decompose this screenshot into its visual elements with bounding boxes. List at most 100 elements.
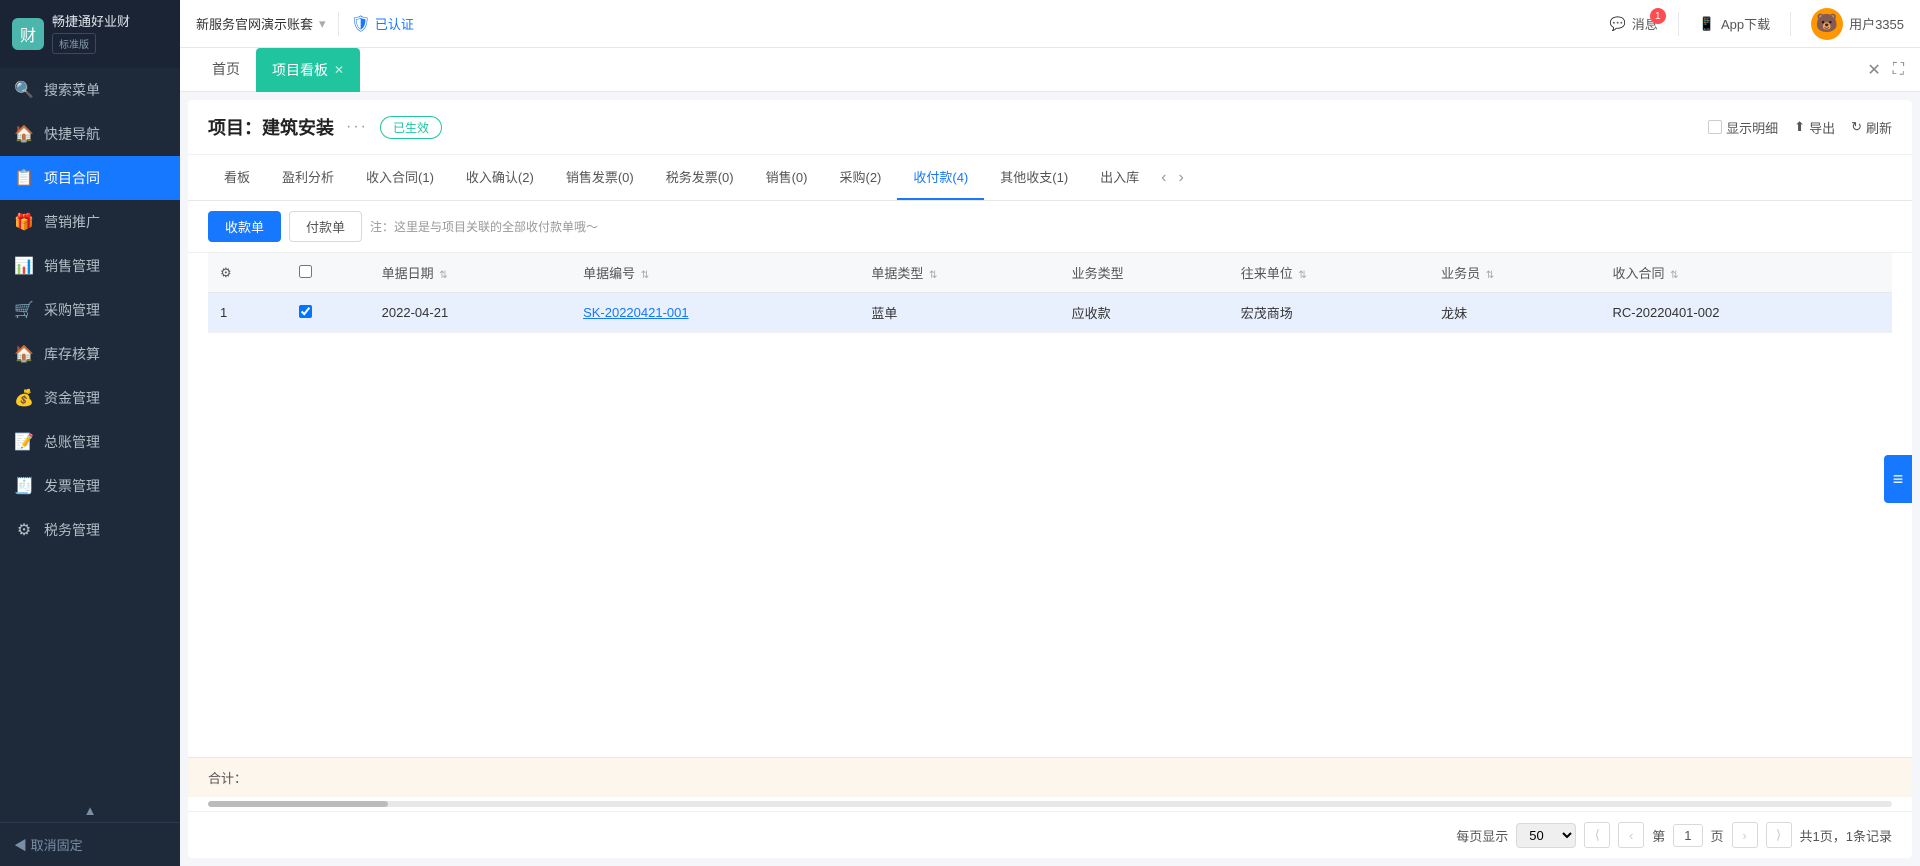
sidebar-item-库存核算[interactable]: 🏠 库存核算 — [0, 332, 180, 376]
sidebar-item-销售管理[interactable]: 📊销售管理 — [0, 244, 180, 288]
nav-icon: 📋 — [14, 168, 34, 188]
per-page-label: 每页显示 — [1456, 826, 1508, 845]
sidebar-item-资金管理[interactable]: 💰资金管理 — [0, 376, 180, 420]
export-icon: ⬆ — [1794, 119, 1805, 135]
tab-close-icon[interactable]: ✕ — [334, 63, 344, 77]
side-float-button[interactable]: ≡ — [1884, 455, 1912, 503]
subnav-item-采购(2)[interactable]: 采购(2) — [823, 155, 897, 200]
sidebar-item-发票管理[interactable]: 🧾发票管理 — [0, 464, 180, 508]
nav-icon: 🎁 — [14, 212, 34, 232]
sidebar-item-搜索菜单[interactable]: 🔍 搜索菜单 — [0, 68, 180, 112]
sidebar-unpin-button[interactable]: ◀ 取消固定 — [0, 822, 180, 866]
nav-label: 库存核算 — [44, 344, 100, 364]
subnav-item-收入合同(1)[interactable]: 收入合同(1) — [350, 155, 450, 200]
scrollbar-track — [208, 801, 1892, 807]
subnav-item-销售发票(0)[interactable]: 销售发票(0) — [550, 155, 650, 200]
user-avatar: 🐻 — [1811, 8, 1843, 40]
cell-checkbox — [287, 293, 369, 333]
col-partner: 往来单位 ⇅ — [1229, 253, 1429, 293]
refresh-button[interactable]: ↻ 刷新 — [1851, 118, 1892, 137]
sidebar-item-营销推广[interactable]: 🎁营销推广 — [0, 200, 180, 244]
subnav-item-销售(0)[interactable]: 销售(0) — [750, 155, 824, 200]
col-contract: 收入合同 ⇅ — [1600, 253, 1892, 293]
sidebar-item-税务管理[interactable]: ⚙税务管理 — [0, 508, 180, 552]
more-options-icon[interactable]: ··· — [346, 118, 368, 136]
tab-project-board[interactable]: 项目看板 ✕ — [256, 48, 360, 92]
page-header-right: 显示明细 ⬆ 导出 ↻ 刷新 — [1708, 118, 1892, 137]
next-page-button[interactable]: › — [1732, 822, 1758, 848]
nav-icon: 🔍 — [14, 80, 34, 100]
table-footer: 合计： — [188, 757, 1912, 797]
refresh-label: 刷新 — [1866, 118, 1892, 137]
shield-icon: 🛡 — [351, 14, 371, 34]
nav-label: 搜索菜单 — [44, 80, 100, 100]
scrollbar-thumb[interactable] — [208, 801, 388, 807]
app-download-button[interactable]: 📱 App下载 — [1699, 14, 1770, 33]
nav-icon: 🏠 — [14, 344, 34, 364]
last-page-button[interactable]: ⟩ — [1766, 822, 1792, 848]
sidebar-item-采购管理[interactable]: 🛒 采购管理 — [0, 288, 180, 332]
subtab-note: 注：这里是与项目关联的全部收付款单哦～ — [370, 218, 598, 235]
fullscreen-icon[interactable]: ⛶ — [1893, 61, 1904, 79]
subnav-item-出入库[interactable]: 出入库 — [1084, 155, 1155, 200]
tab-home[interactable]: 首页 — [196, 48, 256, 92]
subtab-btn-收款单[interactable]: 收款单 — [208, 211, 281, 242]
sidebar-item-快捷导航[interactable]: 🏠快捷导航 — [0, 112, 180, 156]
messages-badge: 1 — [1650, 8, 1666, 24]
show-detail-toggle[interactable]: 显示明细 — [1708, 118, 1778, 137]
nav-label: 总账管理 — [44, 432, 100, 452]
topbar: 新服务官网演示账套 ▾ 🛡 已认证 💬 消息 1 📱 App下载 🐻 用户335… — [180, 0, 1920, 48]
page-header: 项目：建筑安装 ··· 已生效 显示明细 ⬆ 导出 ↻ 刷新 — [188, 100, 1912, 155]
col-settings[interactable]: ⚙ — [208, 253, 287, 293]
nav-label: 采购管理 — [44, 300, 100, 320]
code-link[interactable]: SK-20220421-001 — [583, 305, 689, 320]
nav-label: 项目合同 — [44, 168, 100, 188]
subtab-btn-付款单[interactable]: 付款单 — [289, 211, 362, 242]
show-detail-label: 显示明细 — [1726, 118, 1778, 137]
horizontal-scrollbar[interactable] — [188, 797, 1912, 811]
sidebar-nav: 🔍 搜索菜单 🏠快捷导航 📋 项目合同 🎁营销推广📊销售管理 🛒 采购管理 🏠 库存核算 💰资金管理… — [0, 68, 180, 799]
col-checkbox — [287, 253, 369, 293]
sidebar-item-总账管理[interactable]: 📝 总账管理 — [0, 420, 180, 464]
sidebar-item-项目合同[interactable]: 📋 项目合同 — [0, 156, 180, 200]
show-detail-checkbox[interactable] — [1708, 120, 1722, 134]
table-wrap: ⚙ 单据日期 ⇅ 单据编号 ⇅ 单据类型 ⇅ 业务类型 往来单位 ⇅ 业务员 ⇅… — [188, 253, 1912, 757]
nav-icon: ⚙ — [14, 520, 34, 540]
main-area: 新服务官网演示账套 ▾ 🛡 已认证 💬 消息 1 📱 App下载 🐻 用户335… — [180, 0, 1920, 866]
col-biz-type: 业务类型 — [1060, 253, 1229, 293]
subnav-item-其他收支(1)[interactable]: 其他收支(1) — [984, 155, 1084, 200]
subnav-item-收付款(4)[interactable]: 收付款(4) — [897, 155, 984, 200]
user-menu[interactable]: 🐻 用户3355 — [1811, 8, 1904, 40]
nav-icon: 🧾 — [14, 476, 34, 496]
cell-biz-type: 应收款 — [1060, 293, 1229, 333]
per-page-select[interactable]: 50 10 20 100 — [1516, 823, 1576, 848]
project-selector[interactable]: 新服务官网演示账套 ▾ — [196, 14, 326, 33]
app-title-block: 畅捷通好业财 标准版 — [52, 14, 130, 54]
subnav-item-税务发票(0)[interactable]: 税务发票(0) — [650, 155, 750, 200]
project-dropdown-icon: ▾ — [319, 16, 326, 32]
subnav-next-icon[interactable]: › — [1173, 169, 1190, 187]
prev-page-button[interactable]: ‹ — [1618, 822, 1644, 848]
nav-label: 资金管理 — [44, 388, 100, 408]
messages-button[interactable]: 💬 消息 1 — [1610, 14, 1658, 33]
subnav-item-收入确认(2)[interactable]: 收入确认(2) — [450, 155, 550, 200]
subnav-item-看板[interactable]: 看板 — [208, 155, 266, 200]
export-button[interactable]: ⬆ 导出 — [1794, 118, 1835, 137]
subnav-prev-icon[interactable]: ‹ — [1155, 169, 1172, 187]
user-label: 用户3355 — [1849, 14, 1904, 33]
first-page-button[interactable]: ⟨ — [1584, 822, 1610, 848]
app-name: 畅捷通好业财 — [52, 14, 130, 31]
nav-icon: 🛒 — [14, 300, 34, 320]
close-window-icon[interactable]: ✕ — [1867, 60, 1880, 80]
select-all-checkbox[interactable] — [299, 265, 312, 278]
nav-icon: 📝 — [14, 432, 34, 452]
row-checkbox[interactable] — [299, 305, 312, 318]
table-row[interactable]: 1 2022-04-21 SK-20220421-001 蓝单 应收款 宏茂商场… — [208, 293, 1892, 333]
sidebar-scroll-up[interactable]: ▲ — [0, 799, 180, 822]
phone-icon: 📱 — [1699, 16, 1715, 32]
project-name: 新服务官网演示账套 — [196, 14, 313, 33]
content-panel: 项目：建筑安装 ··· 已生效 显示明细 ⬆ 导出 ↻ 刷新 — [188, 100, 1912, 858]
subnav-item-盈利分析[interactable]: 盈利分析 — [266, 155, 350, 200]
cell-code[interactable]: SK-20220421-001 — [571, 293, 859, 333]
certified-label: 已认证 — [375, 14, 414, 33]
